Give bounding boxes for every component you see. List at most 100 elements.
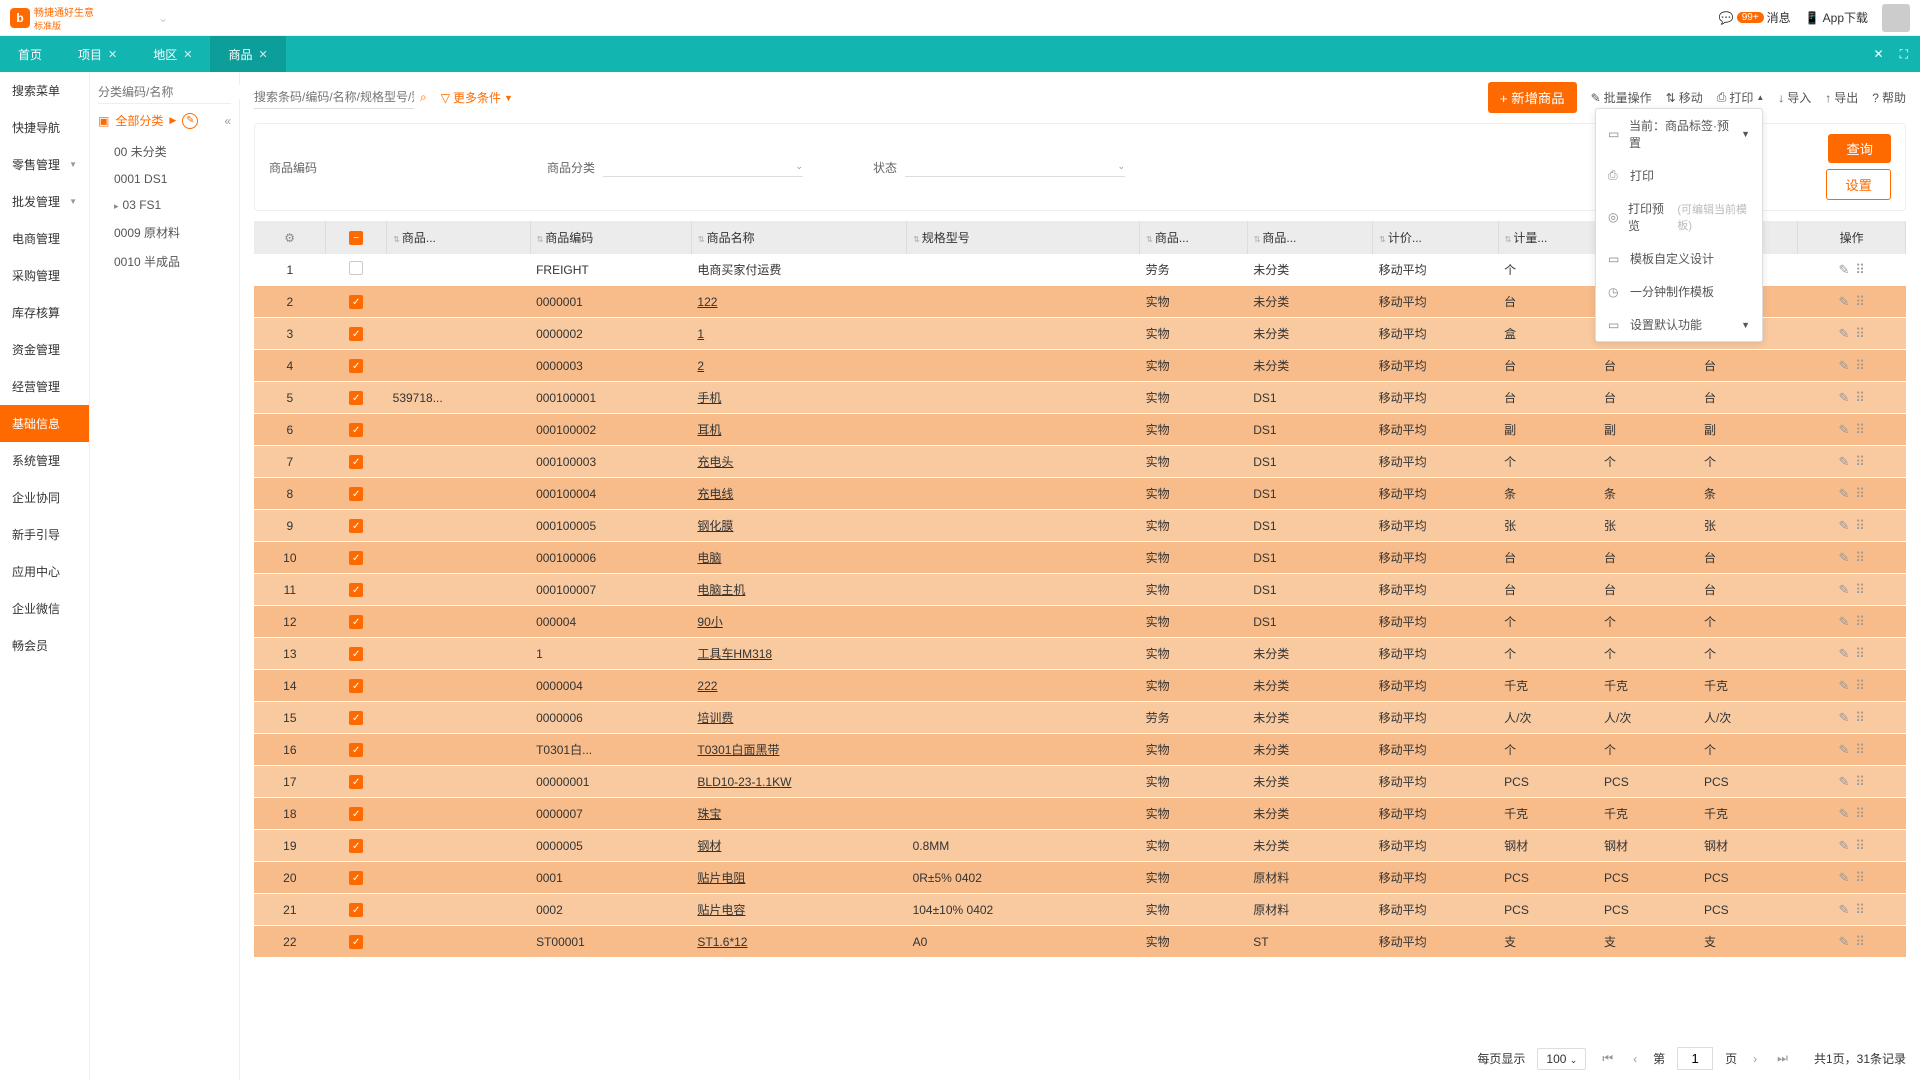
edit-icon[interactable]: ✎ bbox=[1838, 806, 1849, 821]
sidebar-item[interactable]: 采购管理 bbox=[0, 257, 89, 294]
cell-name[interactable]: 充电头 bbox=[691, 446, 906, 478]
table-row[interactable]: 8 ✓ 000100004 充电线 实物 DS1 移动平均 条 条 条 ✎⠿ bbox=[254, 478, 1906, 510]
more-icon[interactable]: ⠿ bbox=[1855, 614, 1865, 629]
table-row[interactable]: 11 ✓ 000100007 电脑主机 实物 DS1 移动平均 台 台 台 ✎⠿ bbox=[254, 574, 1906, 606]
export-button[interactable]: ↑导出 bbox=[1825, 89, 1858, 106]
edit-icon[interactable]: ✎ bbox=[182, 113, 198, 129]
print-action[interactable]: ⎙打印 bbox=[1596, 159, 1762, 192]
table-row[interactable]: 14 ✓ 0000004 222 实物 未分类 移动平均 千克 千克 千克 ✎⠿ bbox=[254, 670, 1906, 702]
edit-icon[interactable]: ✎ bbox=[1838, 902, 1849, 917]
more-icon[interactable]: ⠿ bbox=[1855, 422, 1865, 437]
first-page[interactable]: ⏮ bbox=[1598, 1051, 1617, 1066]
edit-icon[interactable]: ✎ bbox=[1838, 422, 1849, 437]
more-conditions[interactable]: ▽ 更多条件 ▼ bbox=[441, 89, 513, 106]
close-all-tabs[interactable]: ✕ bbox=[1870, 43, 1888, 66]
category-filter-select[interactable]: ⌄ bbox=[603, 157, 803, 177]
fullscreen-icon[interactable]: ⛶ bbox=[1896, 43, 1912, 66]
cell-name[interactable]: 电脑 bbox=[691, 542, 906, 574]
tab-项目[interactable]: 项目✕ bbox=[60, 36, 135, 72]
row-checkbox[interactable]: ✓ bbox=[326, 894, 387, 926]
sidebar-item[interactable]: 快捷导航 bbox=[0, 109, 89, 146]
row-checkbox[interactable]: ✓ bbox=[326, 702, 387, 734]
messages-link[interactable]: 💬 99+ 消息 bbox=[1719, 9, 1791, 26]
edit-icon[interactable]: ✎ bbox=[1838, 870, 1849, 885]
category-column[interactable]: ⇅商品... bbox=[1247, 221, 1372, 254]
table-row[interactable]: 12 ✓ 000004 90小 实物 DS1 移动平均 个 个 个 ✎⠿ bbox=[254, 606, 1906, 638]
row-checkbox[interactable]: ✓ bbox=[326, 446, 387, 478]
row-checkbox[interactable]: ✓ bbox=[326, 382, 387, 414]
category-item[interactable]: ▸03 FS1 bbox=[98, 192, 231, 218]
category-item[interactable]: 0010 半成品 bbox=[98, 247, 231, 276]
tab-商品[interactable]: 商品✕ bbox=[210, 36, 285, 72]
name-column[interactable]: ⇅商品名称 bbox=[691, 221, 906, 254]
table-row[interactable]: 13 ✓ 1 工具车HM318 实物 未分类 移动平均 个 个 个 ✎⠿ bbox=[254, 638, 1906, 670]
row-checkbox[interactable]: ✓ bbox=[326, 862, 387, 894]
price-method-column[interactable]: ⇅计价... bbox=[1373, 221, 1498, 254]
close-icon[interactable]: ✕ bbox=[183, 48, 192, 61]
sidebar-item[interactable]: 畅会员 bbox=[0, 627, 89, 664]
cell-name[interactable]: BLD10-23-1.1KW bbox=[691, 766, 906, 798]
row-checkbox[interactable]: ✓ bbox=[326, 734, 387, 766]
more-icon[interactable]: ⠿ bbox=[1855, 518, 1865, 533]
unit-column[interactable]: ⇅计量... bbox=[1498, 221, 1598, 254]
add-product-button[interactable]: + 新增商品 bbox=[1488, 82, 1577, 113]
table-row[interactable]: 9 ✓ 000100005 钢化膜 实物 DS1 移动平均 张 张 张 ✎⠿ bbox=[254, 510, 1906, 542]
more-icon[interactable]: ⠿ bbox=[1855, 678, 1865, 693]
more-icon[interactable]: ⠿ bbox=[1855, 838, 1865, 853]
more-icon[interactable]: ⠿ bbox=[1855, 486, 1865, 501]
sidebar-item[interactable]: 企业协同 bbox=[0, 479, 89, 516]
status-filter-select[interactable]: ⌄ bbox=[905, 157, 1125, 177]
row-checkbox[interactable]: ✓ bbox=[326, 766, 387, 798]
row-checkbox[interactable]: ✓ bbox=[326, 542, 387, 574]
play-icon[interactable]: ▶ bbox=[169, 115, 176, 126]
sidebar-item[interactable]: 企业微信 bbox=[0, 590, 89, 627]
table-row[interactable]: 10 ✓ 000100006 电脑 实物 DS1 移动平均 台 台 台 ✎⠿ bbox=[254, 542, 1906, 574]
sidebar-item[interactable]: 电商管理 bbox=[0, 220, 89, 257]
table-row[interactable]: 22 ✓ ST00001 ST1.6*12 A0 实物 ST 移动平均 支 支 … bbox=[254, 926, 1906, 958]
table-row[interactable]: 7 ✓ 000100003 充电头 实物 DS1 移动平均 个 个 个 ✎⠿ bbox=[254, 446, 1906, 478]
row-checkbox[interactable]: ✓ bbox=[326, 638, 387, 670]
cell-name[interactable]: 90小 bbox=[691, 606, 906, 638]
cell-name[interactable]: 222 bbox=[691, 670, 906, 702]
code-column[interactable]: ⇅商品编码 bbox=[530, 221, 691, 254]
close-icon[interactable]: ✕ bbox=[108, 48, 117, 61]
cell-name[interactable]: 工具车HM318 bbox=[691, 638, 906, 670]
sidebar-item[interactable]: 基础信息 bbox=[0, 405, 89, 442]
sidebar-item[interactable]: 经营管理 bbox=[0, 368, 89, 405]
app-download-link[interactable]: 📱 App下载 bbox=[1805, 9, 1868, 26]
more-icon[interactable]: ⠿ bbox=[1855, 262, 1865, 277]
prev-page[interactable]: ‹ bbox=[1629, 1052, 1641, 1066]
sidebar-item[interactable]: 零售管理▼ bbox=[0, 146, 89, 183]
print-button[interactable]: ⎙打印▲ bbox=[1717, 89, 1765, 106]
edit-icon[interactable]: ✎ bbox=[1838, 390, 1849, 405]
edit-icon[interactable]: ✎ bbox=[1838, 614, 1849, 629]
sidebar-item[interactable]: 资金管理 bbox=[0, 331, 89, 368]
cell-name[interactable]: 手机 bbox=[691, 382, 906, 414]
cell-name[interactable]: 2 bbox=[691, 350, 906, 382]
search-input[interactable] bbox=[254, 86, 414, 109]
more-icon[interactable]: ⠿ bbox=[1855, 358, 1865, 373]
cell-name[interactable]: 珠宝 bbox=[691, 798, 906, 830]
quick-template[interactable]: ◷一分钟制作模板 bbox=[1596, 275, 1762, 308]
spec-column[interactable]: ⇅规格型号 bbox=[907, 221, 1140, 254]
sidebar-item[interactable]: 新手引导 bbox=[0, 516, 89, 553]
more-icon[interactable]: ⠿ bbox=[1855, 806, 1865, 821]
edit-icon[interactable]: ✎ bbox=[1838, 326, 1849, 341]
more-icon[interactable]: ⠿ bbox=[1855, 550, 1865, 565]
gear-column[interactable]: ⚙ bbox=[254, 221, 326, 254]
cell-name[interactable]: 贴片电容 bbox=[691, 894, 906, 926]
sidebar-item[interactable]: 搜索菜单 bbox=[0, 72, 89, 109]
row-checkbox[interactable]: ✓ bbox=[326, 478, 387, 510]
row-checkbox[interactable]: ✓ bbox=[326, 318, 387, 350]
collapse-icon[interactable]: « bbox=[224, 114, 231, 128]
row-checkbox[interactable]: ✓ bbox=[326, 926, 387, 958]
barcode-column[interactable]: ⇅商品... bbox=[387, 221, 530, 254]
help-button[interactable]: ?帮助 bbox=[1872, 89, 1906, 106]
row-checkbox[interactable]: ✓ bbox=[326, 350, 387, 382]
select-all-column[interactable]: − bbox=[326, 221, 387, 254]
set-default[interactable]: ▭设置默认功能▼ bbox=[1596, 308, 1762, 341]
table-row[interactable]: 6 ✓ 000100002 耳机 实物 DS1 移动平均 副 副 副 ✎⠿ bbox=[254, 414, 1906, 446]
avatar[interactable] bbox=[1882, 4, 1910, 32]
template-design[interactable]: ▭模板自定义设计 bbox=[1596, 242, 1762, 275]
edit-icon[interactable]: ✎ bbox=[1838, 742, 1849, 757]
